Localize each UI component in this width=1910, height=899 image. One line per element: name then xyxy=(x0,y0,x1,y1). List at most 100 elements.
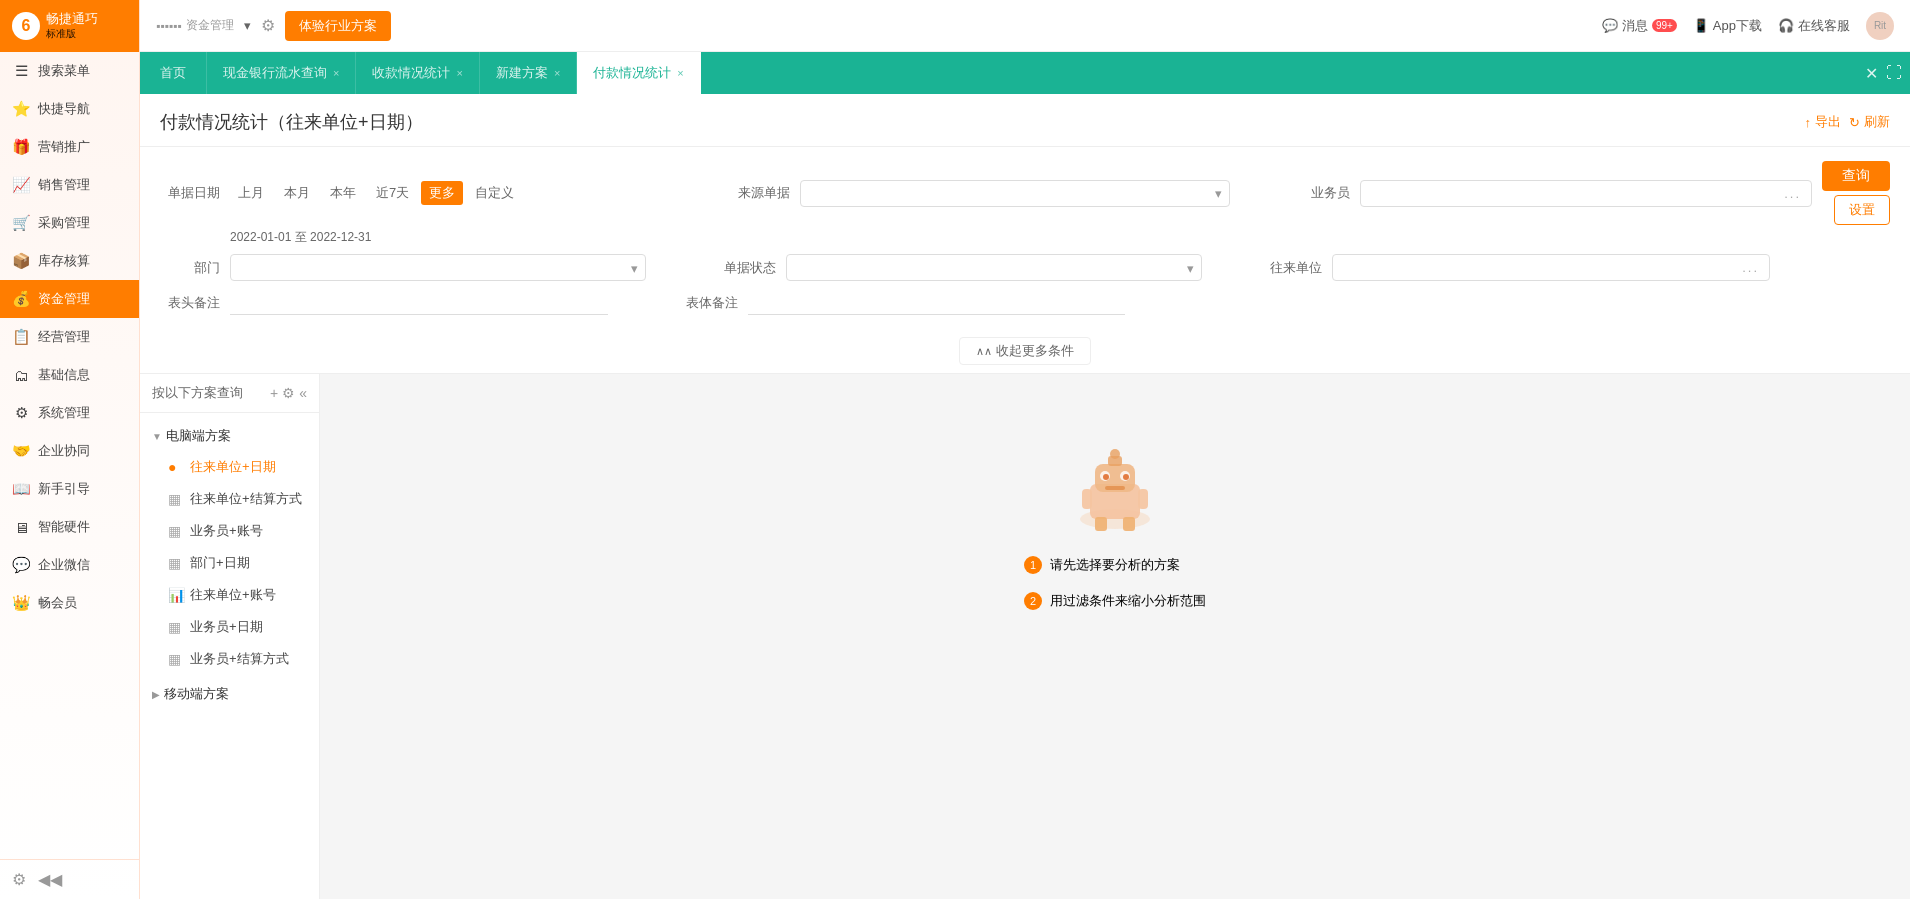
marketing-icon: 🎁 xyxy=(12,138,30,156)
scheme-item-staff-account[interactable]: ▦ 业务员+账号 xyxy=(140,515,319,547)
sidebar-item-enterprise[interactable]: 🤝 企业协同 xyxy=(0,432,139,470)
tab-close-all-btn[interactable]: ✕ xyxy=(1865,64,1878,83)
scheme-group-mobile: ▶ 移动端方案 xyxy=(140,679,319,709)
sidebar-bottom: ⚙ ◀◀ xyxy=(0,859,139,899)
sidebar-item-purchase[interactable]: 🛒 采购管理 xyxy=(0,204,139,242)
sidebar-item-finance[interactable]: 💰 资金管理 xyxy=(0,280,139,318)
trial-button[interactable]: 体验行业方案 xyxy=(285,11,391,41)
user-avatar[interactable]: Rit xyxy=(1866,12,1894,40)
logo-text: 畅捷通巧 标准版 xyxy=(46,11,98,41)
sales-icon: 📈 xyxy=(12,176,30,194)
status-select[interactable] xyxy=(786,254,1202,281)
refresh-button[interactable]: ↻ 刷新 xyxy=(1849,113,1890,131)
dept-select[interactable] xyxy=(230,254,646,281)
scheme-list: ▼ 电脑端方案 ● 往来单位+日期 ▦ 往来单位+结算方式 ▦ xyxy=(140,413,319,899)
tab-payment[interactable]: 付款情况统计 × xyxy=(577,52,700,94)
date-options: 上月 本月 本年 近7天 更多 自定义 xyxy=(230,181,522,205)
sidebar-settings-btn[interactable]: ⚙ xyxy=(12,870,26,889)
scheme-item-dept-date[interactable]: ▦ 部门+日期 xyxy=(140,547,319,579)
sidebar-item-marketing[interactable]: 🎁 营销推广 xyxy=(0,128,139,166)
scheme-item-icon-3: ▦ xyxy=(168,555,184,571)
tab-collection[interactable]: 收款情况统计 × xyxy=(356,52,479,94)
scheme-item-staff-settlement[interactable]: ▦ 业务员+结算方式 xyxy=(140,643,319,675)
message-button[interactable]: 💬 消息 99+ xyxy=(1602,17,1677,35)
scheme-item-partner-account[interactable]: 📊 往来单位+账号 xyxy=(140,579,319,611)
scheme-settings-btn[interactable]: ⚙ xyxy=(282,385,295,401)
filter-row-1: 单据日期 上月 本月 本年 近7天 更多 自定义 来源单据 xyxy=(160,161,1890,225)
sidebar-item-business[interactable]: 📋 经营管理 xyxy=(0,318,139,356)
collapse-button[interactable]: ∧∧ 收起更多条件 xyxy=(959,337,1091,365)
tab-expand-btn[interactable]: ⛶ xyxy=(1886,64,1902,82)
date-opt-custom[interactable]: 自定义 xyxy=(467,181,522,205)
page-title: 付款情况统计（往来单位+日期） xyxy=(160,110,423,134)
scheme-panel: 按以下方案查询 + ⚙ « ▼ 电脑端方案 xyxy=(140,374,320,899)
shortcut-icon: ⭐ xyxy=(12,100,30,118)
tab-home[interactable]: 首页 xyxy=(140,52,207,94)
search-menu-icon: ☰ xyxy=(12,62,30,80)
scheme-add-btn[interactable]: + xyxy=(270,385,278,401)
mobile-group-arrow-icon: ▶ xyxy=(152,689,160,700)
date-opt-more[interactable]: 更多 xyxy=(421,181,463,205)
svg-point-6 xyxy=(1123,474,1129,480)
staff-input[interactable]: ... xyxy=(1360,180,1812,207)
empty-state: 1 请先选择要分析的方案 2 用过滤条件来缩小分析范围 xyxy=(1024,434,1206,618)
query-button[interactable]: 查询 xyxy=(1822,161,1890,191)
sidebar-item-vip[interactable]: 👑 畅会员 xyxy=(0,584,139,622)
scheme-item-icon-4: 📊 xyxy=(168,587,184,603)
results-area: 1 请先选择要分析的方案 2 用过滤条件来缩小分析范围 xyxy=(320,374,1910,899)
online-service-button[interactable]: 🎧 在线客服 xyxy=(1778,17,1850,35)
collapse-row: ∧∧ 收起更多条件 xyxy=(140,329,1910,374)
tab-bank[interactable]: 现金银行流水查询 × xyxy=(207,52,356,94)
export-button[interactable]: ↑ 导出 xyxy=(1805,113,1842,131)
header-note-input[interactable] xyxy=(230,291,608,315)
date-filter-value: 上月 本月 本年 近7天 更多 自定义 xyxy=(230,181,660,205)
breadcrumb: ▪▪▪▪▪▪ 资金管理 xyxy=(156,17,234,34)
svg-rect-10 xyxy=(1095,517,1107,531)
date-opt-this-month[interactable]: 本月 xyxy=(276,181,318,205)
status-label: 单据状态 xyxy=(706,259,776,277)
scheme-group-desktop-header[interactable]: ▼ 电脑端方案 xyxy=(140,421,319,451)
tab-collection-close[interactable]: × xyxy=(456,67,462,79)
scheme-item-partner-date[interactable]: ● 往来单位+日期 xyxy=(140,451,319,483)
sidebar-item-system[interactable]: ⚙ 系统管理 xyxy=(0,394,139,432)
scheme-group-mobile-header[interactable]: ▶ 移动端方案 xyxy=(140,679,319,709)
sidebar-item-hardware[interactable]: 🖥 智能硬件 xyxy=(0,508,139,546)
filter-row-3: 表头备注 表体备注 xyxy=(160,291,1890,315)
body-note-input[interactable] xyxy=(748,291,1126,315)
sidebar-collapse-btn[interactable]: ◀◀ xyxy=(38,870,62,889)
date-opt-last-month[interactable]: 上月 xyxy=(230,181,272,205)
tabbar-actions: ✕ ⛶ xyxy=(1857,52,1910,94)
logo-icon: 6 xyxy=(12,12,40,40)
scheme-collapse-btn[interactable]: « xyxy=(299,385,307,401)
tab-new-scheme[interactable]: 新建方案 × xyxy=(480,52,577,94)
sidebar-item-weixin[interactable]: 💬 企业微信 xyxy=(0,546,139,584)
sidebar-item-shortcut[interactable]: ⭐ 快捷导航 xyxy=(0,90,139,128)
tab-new-scheme-close[interactable]: × xyxy=(554,67,560,79)
partner-input[interactable]: ... xyxy=(1332,254,1770,281)
tab-payment-close[interactable]: × xyxy=(677,67,683,79)
scheme-item-partner-settlement[interactable]: ▦ 往来单位+结算方式 xyxy=(140,483,319,515)
sidebar-logo: 6 畅捷通巧 标准版 xyxy=(0,0,139,52)
staff-dots: ... xyxy=(1784,186,1801,201)
app-download-button[interactable]: 📱 App下载 xyxy=(1693,17,1762,35)
sidebar-item-search[interactable]: ☰ 搜索菜单 xyxy=(0,52,139,90)
tab-bank-close[interactable]: × xyxy=(333,67,339,79)
date-opt-7days[interactable]: 近7天 xyxy=(368,181,417,205)
sidebar-item-guide[interactable]: 📖 新手引导 xyxy=(0,470,139,508)
scheme-item-staff-date[interactable]: ▦ 业务员+日期 xyxy=(140,611,319,643)
message-badge: 99+ xyxy=(1652,19,1677,32)
basic-icon: 🗂 xyxy=(12,367,30,384)
sidebar-item-inventory[interactable]: 📦 库存核算 xyxy=(0,242,139,280)
date-range-display: 2022-01-01 至 2022-12-31 xyxy=(230,230,371,244)
date-opt-this-year[interactable]: 本年 xyxy=(322,181,364,205)
topbar: ▪▪▪▪▪▪ 资金管理 ▾ ⚙ 体验行业方案 💬 消息 99+ 📱 App下载 … xyxy=(140,0,1910,52)
topbar-select[interactable]: ▾ xyxy=(244,18,251,33)
empty-step-1: 1 请先选择要分析的方案 xyxy=(1024,556,1206,574)
tabbar: 首页 现金银行流水查询 × 收款情况统计 × 新建方案 × 付款情况统计 × ✕… xyxy=(140,52,1910,94)
settings-button[interactable]: 设置 xyxy=(1834,195,1890,225)
source-select[interactable] xyxy=(800,180,1230,207)
app-icon: 📱 xyxy=(1693,18,1709,33)
topbar-gear-icon[interactable]: ⚙ xyxy=(261,16,275,35)
sidebar-item-sales[interactable]: 📈 销售管理 xyxy=(0,166,139,204)
sidebar-item-basic[interactable]: 🗂 基础信息 xyxy=(0,356,139,394)
